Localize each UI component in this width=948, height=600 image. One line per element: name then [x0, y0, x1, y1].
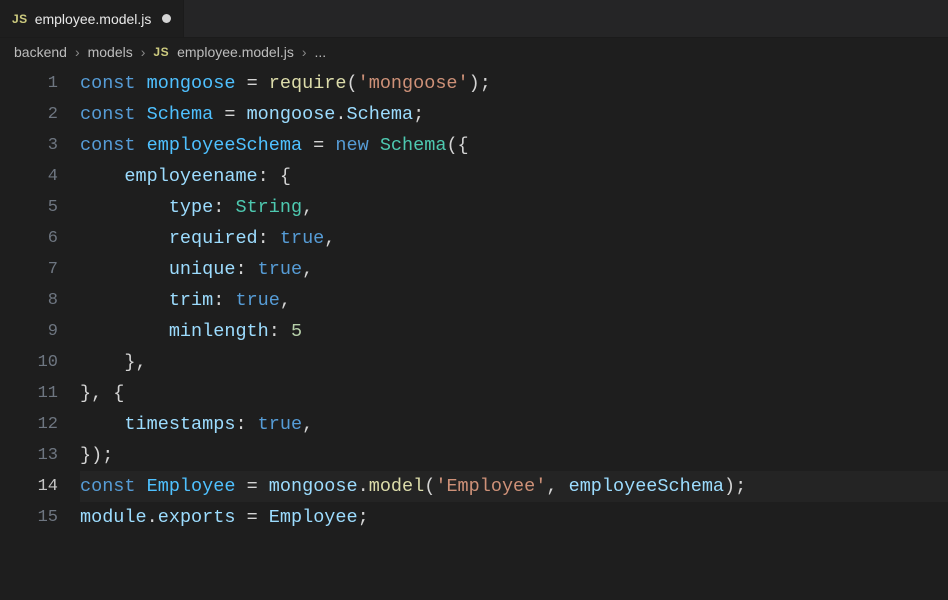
js-icon: JS	[153, 45, 169, 59]
line-number: 14	[0, 471, 58, 502]
line-number: 15	[0, 502, 58, 533]
line-number: 12	[0, 409, 58, 440]
code-line[interactable]: timestamps: true,	[80, 409, 948, 440]
line-number: 6	[0, 223, 58, 254]
code-line[interactable]: });	[80, 440, 948, 471]
line-number: 9	[0, 316, 58, 347]
breadcrumb-segment[interactable]: models	[88, 44, 133, 60]
breadcrumb-segment[interactable]: employee.model.js	[177, 44, 294, 60]
breadcrumb-segment[interactable]: backend	[14, 44, 67, 60]
breadcrumb-trailing[interactable]: ...	[315, 44, 327, 60]
dirty-indicator-icon	[162, 14, 171, 23]
line-number: 1	[0, 68, 58, 99]
code-content[interactable]: const mongoose = require('mongoose');con…	[80, 68, 948, 533]
code-line[interactable]: employeename: {	[80, 161, 948, 192]
code-line[interactable]: required: true,	[80, 223, 948, 254]
line-number: 3	[0, 130, 58, 161]
chevron-right-icon: ›	[302, 44, 307, 60]
line-number: 2	[0, 99, 58, 130]
code-line[interactable]: type: String,	[80, 192, 948, 223]
line-number: 4	[0, 161, 58, 192]
tab-filename: employee.model.js	[35, 11, 152, 27]
line-number: 11	[0, 378, 58, 409]
code-line[interactable]: module.exports = Employee;	[80, 502, 948, 533]
tab-bar: JS employee.model.js	[0, 0, 948, 38]
breadcrumb[interactable]: backend › models › JS employee.model.js …	[0, 38, 948, 68]
tab-employee-model[interactable]: JS employee.model.js	[0, 0, 184, 37]
chevron-right-icon: ›	[75, 44, 80, 60]
line-number: 5	[0, 192, 58, 223]
chevron-right-icon: ›	[141, 44, 146, 60]
code-line[interactable]: },	[80, 347, 948, 378]
code-line[interactable]: trim: true,	[80, 285, 948, 316]
js-icon: JS	[12, 12, 28, 26]
code-editor[interactable]: 123456789101112131415 const mongoose = r…	[0, 68, 948, 533]
code-line[interactable]: minlength: 5	[80, 316, 948, 347]
code-line[interactable]: const Employee = mongoose.model('Employe…	[80, 471, 948, 502]
line-number-gutter: 123456789101112131415	[0, 68, 80, 533]
line-number: 13	[0, 440, 58, 471]
code-line[interactable]: const mongoose = require('mongoose');	[80, 68, 948, 99]
line-number: 10	[0, 347, 58, 378]
code-line[interactable]: const employeeSchema = new Schema({	[80, 130, 948, 161]
code-line[interactable]: unique: true,	[80, 254, 948, 285]
code-line[interactable]: }, {	[80, 378, 948, 409]
code-line[interactable]: const Schema = mongoose.Schema;	[80, 99, 948, 130]
line-number: 7	[0, 254, 58, 285]
line-number: 8	[0, 285, 58, 316]
